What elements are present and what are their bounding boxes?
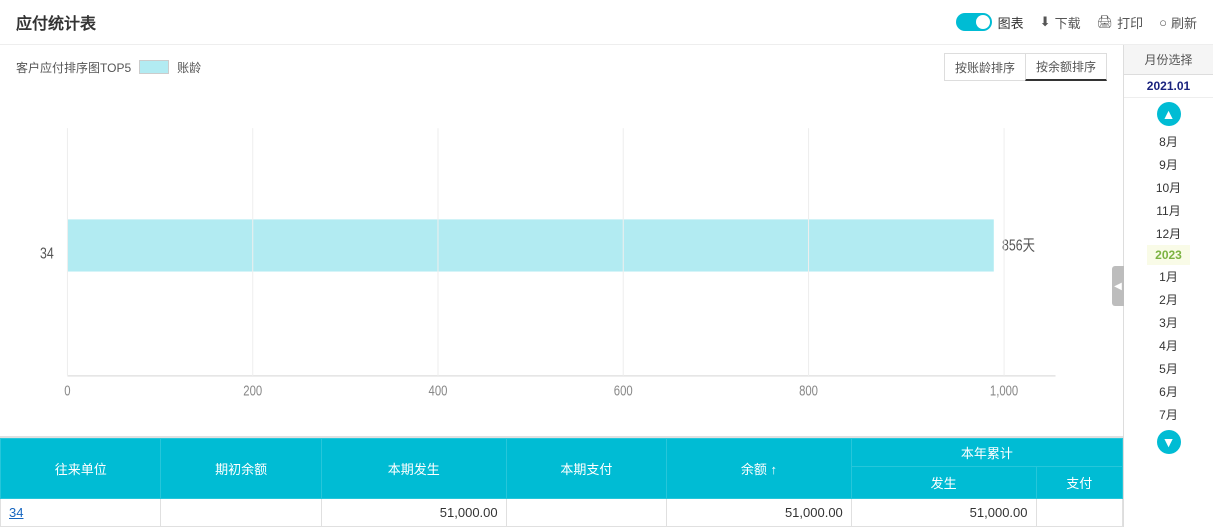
- svg-text:0: 0: [64, 382, 70, 399]
- sidebar-month-item[interactable]: 10月: [1147, 176, 1190, 199]
- col-ytd: 本年累计: [851, 439, 1122, 467]
- month-sidebar: ◀ 月份选择 2021.01 ▲ 8月9月10月11月12月20231月2月3月…: [1123, 45, 1213, 527]
- sidebar-months-list: 8月9月10月11月12月20231月2月3月4月5月6月7月: [1147, 130, 1190, 426]
- col-current-occur: 本期发生: [321, 439, 506, 499]
- table-area: 往来单位 期初余额 本期发生 本期支付 余额 ↑ 本年累计 发生: [0, 436, 1123, 527]
- sidebar-month-item[interactable]: 11月: [1147, 199, 1190, 222]
- col-balance: 余额 ↑: [667, 439, 852, 499]
- table-row: 34 51,000.00 51,000.00 51,000.00: [1, 499, 1123, 527]
- sidebar-month-item[interactable]: 1月: [1147, 265, 1190, 288]
- legend-box: [139, 60, 169, 74]
- cell-balance: 51,000.00: [667, 499, 852, 527]
- col-current-pay: 本期支付: [506, 439, 666, 499]
- sidebar-down-arrow[interactable]: ▼: [1157, 430, 1181, 454]
- cell-current-occur: 51,000.00: [321, 499, 506, 527]
- col-opening: 期初余额: [161, 439, 321, 499]
- toggle-label: 图表: [998, 13, 1024, 32]
- svg-text:400: 400: [429, 382, 448, 399]
- cell-ytd-pay: [1036, 499, 1122, 527]
- print-button[interactable]: 🖨 打印: [1097, 13, 1144, 32]
- refresh-icon: ○: [1159, 15, 1167, 30]
- legend-label: 客户应付排序图TOP5: [16, 59, 131, 76]
- chart-container: 34 856天 0 200 400 600 800 1,000: [0, 89, 1123, 436]
- svg-text:856天: 856天: [1002, 236, 1035, 254]
- download-button[interactable]: ⬇ 下载: [1040, 13, 1081, 32]
- chart-table-area: 客户应付排序图TOP5 账龄 按账龄排序 按余额排序 34 856天: [0, 45, 1123, 527]
- cell-ytd-occur: 51,000.00: [851, 499, 1036, 527]
- sidebar-month-item[interactable]: 7月: [1147, 403, 1190, 426]
- sort-by-amount-button[interactable]: 按账龄排序: [944, 53, 1025, 81]
- sidebar-month-item[interactable]: 2月: [1147, 288, 1190, 311]
- col-unit: 往来单位: [1, 439, 161, 499]
- refresh-button[interactable]: ○ 刷新: [1159, 13, 1197, 32]
- table-header-row: 往来单位 期初余额 本期发生 本期支付 余额 ↑ 本年累计: [1, 439, 1123, 467]
- sidebar-month-item[interactable]: 12月: [1147, 222, 1190, 245]
- svg-text:200: 200: [243, 382, 262, 399]
- page-header: 应付统计表 图表 ⬇ 下载 🖨 打印 ○ 刷新: [0, 0, 1213, 45]
- chart-sort-controls: 按账龄排序 按余额排序: [944, 53, 1107, 81]
- sidebar-collapse-button[interactable]: ◀: [1112, 266, 1124, 306]
- sidebar-month-item[interactable]: 6月: [1147, 380, 1190, 403]
- page-title: 应付统计表: [16, 10, 96, 34]
- sort-icon[interactable]: ↑: [771, 462, 778, 477]
- svg-text:800: 800: [799, 382, 818, 399]
- download-icon: ⬇: [1040, 14, 1051, 30]
- print-icon: 🖨: [1097, 14, 1114, 30]
- chart-toggle-container: 图表: [956, 13, 1024, 32]
- sort-by-balance-button[interactable]: 按余额排序: [1025, 53, 1107, 81]
- unit-link[interactable]: 34: [9, 505, 23, 520]
- sidebar-month-item[interactable]: 3月: [1147, 311, 1190, 334]
- sidebar-month-item[interactable]: 9月: [1147, 153, 1190, 176]
- data-table: 往来单位 期初余额 本期发生 本期支付 余额 ↑ 本年累计 发生: [0, 438, 1123, 527]
- col-ytd-pay: 支付: [1036, 467, 1122, 499]
- sidebar-up-arrow[interactable]: ▲: [1157, 102, 1181, 126]
- sidebar-current-date: 2021.01: [1124, 75, 1213, 98]
- sidebar-nav: ▲ 8月9月10月11月12月20231月2月3月4月5月6月7月 ▼: [1124, 98, 1213, 458]
- svg-text:1,000: 1,000: [990, 382, 1018, 399]
- sidebar-month-item[interactable]: 5月: [1147, 357, 1190, 380]
- table-body: 34 51,000.00 51,000.00 51,000.00: [1, 499, 1123, 527]
- sidebar-year-label[interactable]: 2023: [1147, 245, 1190, 265]
- legend-box-label: 账龄: [177, 59, 201, 76]
- chart-legend: 客户应付排序图TOP5 账龄: [16, 59, 201, 76]
- sidebar-month-item[interactable]: 8月: [1147, 130, 1190, 153]
- cell-current-pay: [506, 499, 666, 527]
- cell-unit: 34: [1, 499, 161, 527]
- header-actions: 图表 ⬇ 下载 🖨 打印 ○ 刷新: [956, 13, 1197, 32]
- chart-svg: 34 856天 0 200 400 600 800 1,000: [16, 89, 1107, 428]
- chart-toggle[interactable]: [956, 13, 992, 31]
- main-content: 客户应付排序图TOP5 账龄 按账龄排序 按余额排序 34 856天: [0, 45, 1213, 527]
- svg-text:600: 600: [614, 382, 633, 399]
- chart-header: 客户应付排序图TOP5 账龄 按账龄排序 按余额排序: [0, 45, 1123, 89]
- col-ytd-occur: 发生: [851, 467, 1036, 499]
- svg-text:34: 34: [40, 244, 54, 262]
- cell-opening: [161, 499, 321, 527]
- sidebar-header: 月份选择: [1124, 45, 1213, 75]
- sidebar-month-item[interactable]: 4月: [1147, 334, 1190, 357]
